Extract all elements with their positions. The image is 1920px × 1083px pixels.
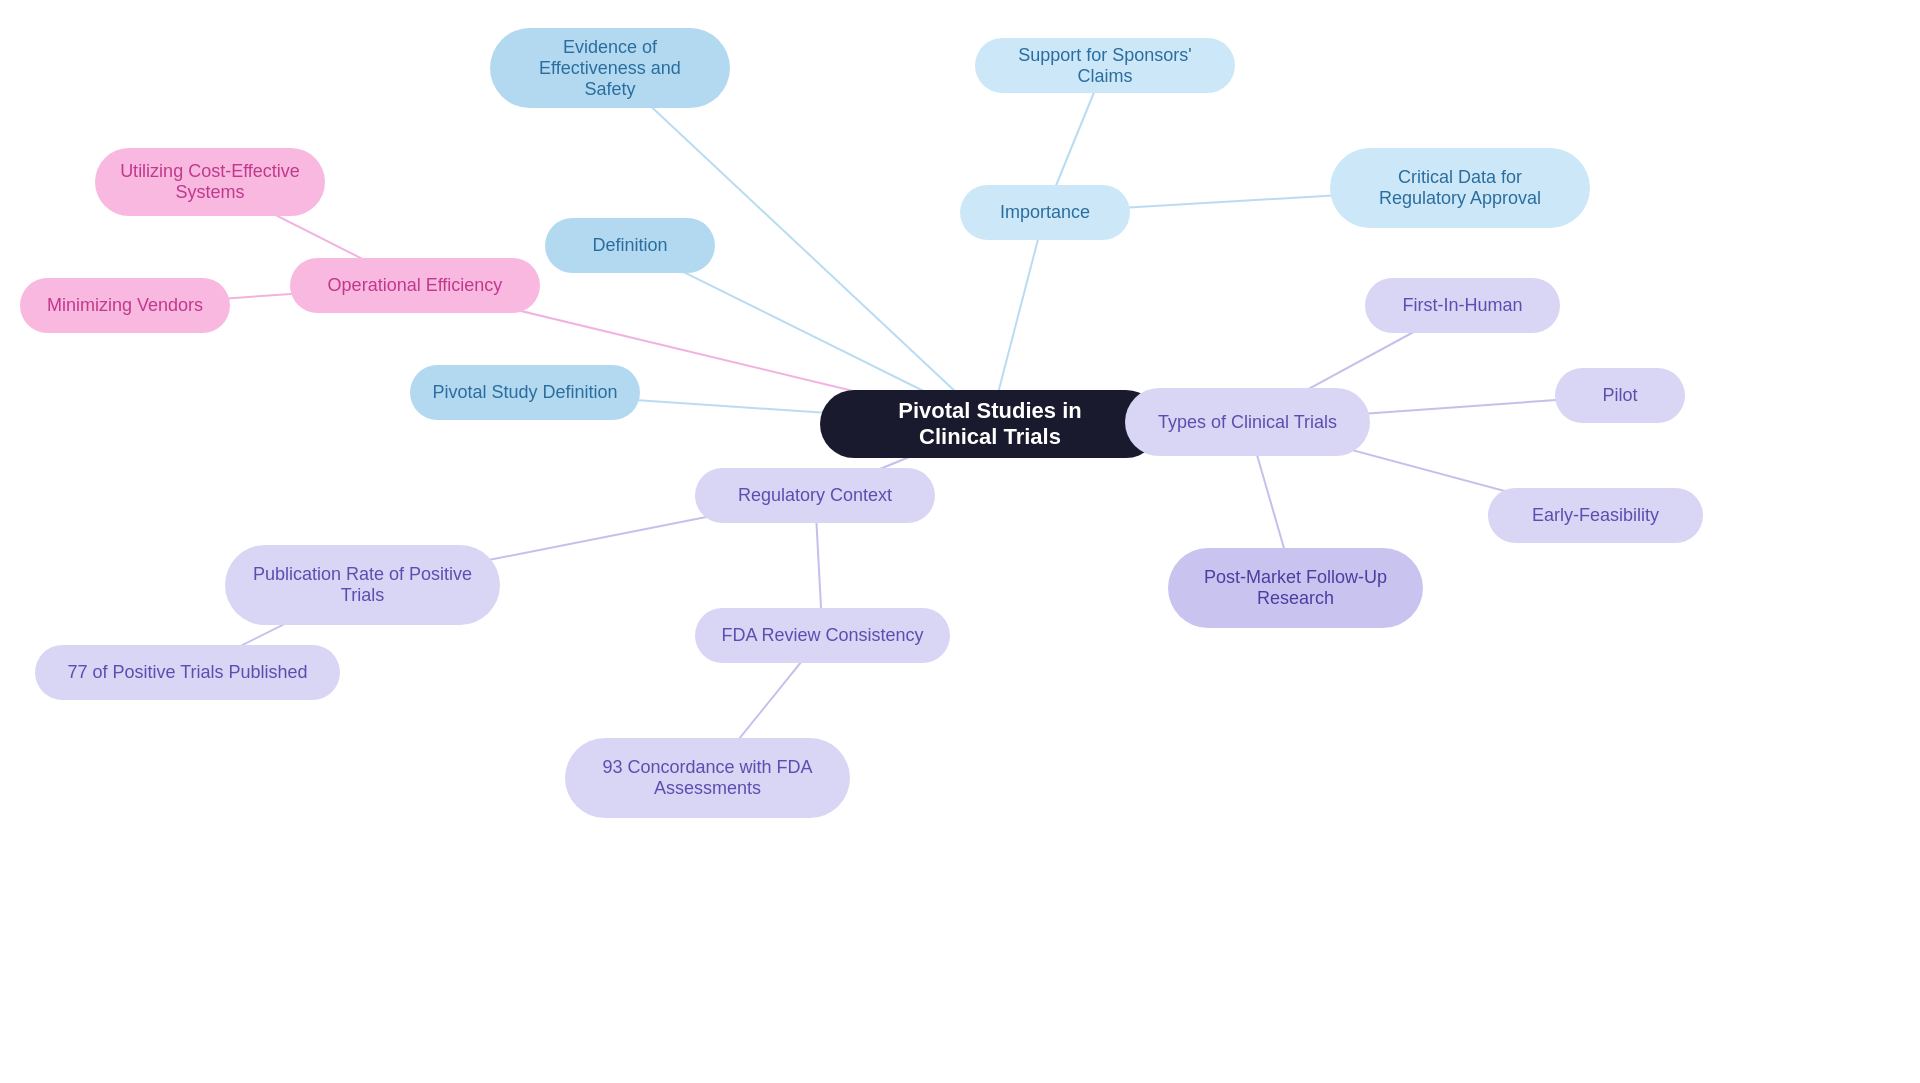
node-center: Pivotal Studies in Clinical Trials xyxy=(820,390,1160,458)
node-operational-efficiency: Operational Efficiency xyxy=(290,258,540,313)
node-pilot: Pilot xyxy=(1555,368,1685,423)
node-concordance: 93 Concordance with FDA Assessments xyxy=(565,738,850,818)
node-utilizing-cost-effective: Utilizing Cost-Effective Systems xyxy=(95,148,325,216)
node-evidence: Evidence of Effectiveness and Safety xyxy=(490,28,730,108)
node-importance: Importance xyxy=(960,185,1130,240)
node-fda-review: FDA Review Consistency xyxy=(695,608,950,663)
node-regulatory-context: Regulatory Context xyxy=(695,468,935,523)
node-types-of-trials: Types of Clinical Trials xyxy=(1125,388,1370,456)
node-post-market: Post-Market Follow-Up Research xyxy=(1168,548,1423,628)
node-critical-data: Critical Data for Regulatory Approval xyxy=(1330,148,1590,228)
node-first-in-human: First-In-Human xyxy=(1365,278,1560,333)
node-publication-rate: Publication Rate of Positive Trials xyxy=(225,545,500,625)
node-support-sponsors: Support for Sponsors' Claims xyxy=(975,38,1235,93)
node-early-feasibility: Early-Feasibility xyxy=(1488,488,1703,543)
node-seventy-seven: 77 of Positive Trials Published xyxy=(35,645,340,700)
node-minimizing-vendors: Minimizing Vendors xyxy=(20,278,230,333)
node-pivotal-study-def: Pivotal Study Definition xyxy=(410,365,640,420)
mind-map: Pivotal Studies in Clinical Trials Evide… xyxy=(0,0,1920,1083)
node-definition: Definition xyxy=(545,218,715,273)
